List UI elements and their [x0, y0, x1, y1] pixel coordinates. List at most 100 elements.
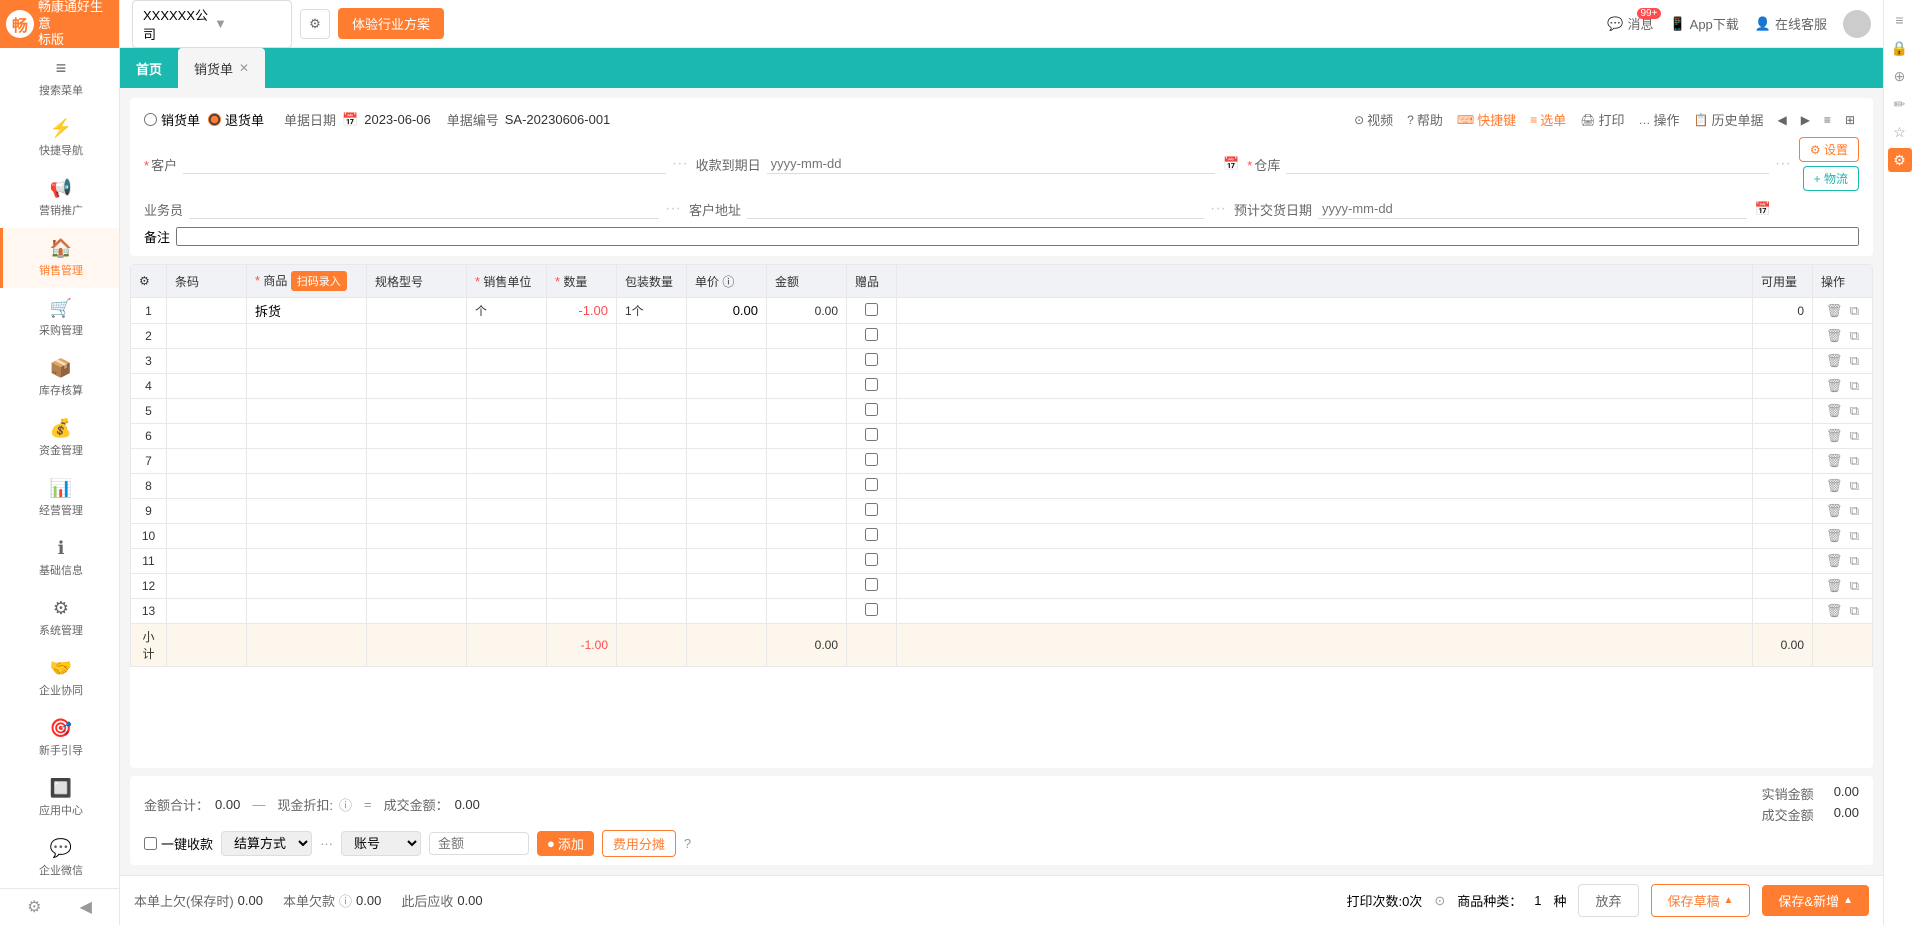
cell-spec[interactable] [367, 349, 467, 374]
settings-button[interactable]: ⚙ 设置 [1799, 137, 1859, 162]
cell-spec[interactable] [367, 424, 467, 449]
row-delete-icon[interactable]: 🗑 [1826, 303, 1843, 318]
row-copy-icon[interactable]: ⧉ [1850, 403, 1859, 418]
sidebar-item-basic[interactable]: ℹ基础信息 [0, 528, 119, 588]
cell-price[interactable] [687, 349, 767, 374]
view-grid-btn[interactable]: ⊞ [1841, 111, 1859, 129]
tab-sales[interactable]: 销货单 ✕ [178, 48, 265, 88]
row-copy-icon[interactable]: ⧉ [1850, 328, 1859, 343]
sidebar-item-wechat[interactable]: 💬企业微信 [0, 828, 119, 888]
trial-plan-button[interactable]: 体验行业方案 [338, 8, 444, 39]
row-copy-icon[interactable]: ⧉ [1850, 303, 1859, 318]
video-btn[interactable]: ⊙ 视频 [1350, 108, 1397, 131]
cell-barcode[interactable] [167, 599, 247, 624]
message-button[interactable]: 💬 消息 99+ [1607, 14, 1653, 33]
cell-product[interactable] [247, 399, 367, 424]
cell-gift[interactable] [847, 549, 897, 574]
cell-gift[interactable] [847, 524, 897, 549]
cell-price[interactable] [687, 474, 767, 499]
sidebar-settings-icon[interactable]: ⚙ [27, 897, 41, 917]
sidebar-collapse-icon[interactable]: ◀ [80, 897, 92, 917]
cell-product[interactable] [247, 474, 367, 499]
sidebar-item-app-center[interactable]: 🔲应用中心 [0, 768, 119, 828]
discount-info-icon[interactable]: ⓘ [339, 795, 352, 814]
save-draft-button[interactable]: 保存草稿 ▲ [1651, 884, 1751, 917]
cell-barcode[interactable] [167, 524, 247, 549]
row-copy-icon[interactable]: ⧉ [1850, 528, 1859, 543]
notes-input[interactable] [176, 227, 1859, 246]
cell-spec[interactable] [367, 399, 467, 424]
settlement-method-select[interactable]: 结算方式 [221, 831, 312, 856]
cell-gift[interactable] [847, 424, 897, 449]
cell-barcode[interactable] [167, 424, 247, 449]
add-payment-button[interactable]: ● 添加 [537, 831, 594, 856]
th-settings[interactable]: ⚙ [131, 265, 167, 298]
row-copy-icon[interactable]: ⧉ [1850, 378, 1859, 393]
address-more-icon[interactable]: ··· [1210, 200, 1226, 218]
cell-price[interactable] [687, 574, 767, 599]
sidebar-item-enterprise[interactable]: 🤝企业协同 [0, 648, 119, 708]
cell-spec[interactable] [367, 298, 467, 324]
cell-spec[interactable] [367, 524, 467, 549]
cell-gift[interactable] [847, 574, 897, 599]
salesman-input[interactable]: 选择... [189, 199, 659, 219]
settlement-more-icon[interactable]: ··· [320, 836, 333, 851]
row-copy-icon[interactable]: ⧉ [1850, 603, 1859, 618]
row-delete-icon[interactable]: 🗑 [1826, 328, 1843, 343]
print-btn[interactable]: 🖨 打印 [1576, 108, 1628, 131]
row-delete-icon[interactable]: 🗑 [1826, 353, 1843, 368]
cell-gift[interactable] [847, 449, 897, 474]
row-delete-icon[interactable]: 🗑 [1826, 453, 1843, 468]
row-delete-icon[interactable]: 🗑 [1826, 603, 1843, 618]
company-selector[interactable]: XXXXXX公司 ▼ [132, 0, 292, 48]
customer-input[interactable] [183, 154, 666, 174]
cell-qty[interactable] [547, 424, 617, 449]
cell-spec[interactable] [367, 499, 467, 524]
cell-spec[interactable] [367, 574, 467, 599]
expected-date-input[interactable] [1318, 199, 1747, 219]
cell-qty[interactable] [547, 549, 617, 574]
cell-barcode[interactable] [167, 574, 247, 599]
account-select[interactable]: 账号 [341, 831, 421, 856]
cell-price[interactable] [687, 499, 767, 524]
save-new-button[interactable]: 保存&新增 ▲ [1762, 885, 1869, 916]
tab-home[interactable]: 首页 [120, 48, 178, 88]
cell-spec[interactable] [367, 599, 467, 624]
cell-barcode[interactable] [167, 349, 247, 374]
cell-spec[interactable] [367, 324, 467, 349]
cell-gift[interactable] [847, 399, 897, 424]
cell-price[interactable] [687, 449, 767, 474]
cell-qty[interactable] [547, 574, 617, 599]
cell-product[interactable] [247, 599, 367, 624]
rp-edit-icon[interactable]: ✏ [1888, 92, 1912, 116]
cell-qty[interactable] [547, 349, 617, 374]
cell-barcode[interactable] [167, 474, 247, 499]
cell-gift[interactable] [847, 324, 897, 349]
row-delete-icon[interactable]: 🗑 [1826, 378, 1843, 393]
cell-qty[interactable] [547, 449, 617, 474]
sidebar-item-search[interactable]: ≡搜索菜单 [0, 48, 119, 108]
user-avatar[interactable] [1843, 10, 1871, 38]
warehouse-more-icon[interactable]: ··· [1775, 155, 1791, 173]
fee-split-button[interactable]: 费用分摊 [602, 830, 676, 857]
row-copy-icon[interactable]: ⧉ [1850, 478, 1859, 493]
shortcut-btn[interactable]: ⌨ 快捷键 [1453, 108, 1520, 131]
choose-btn[interactable]: ≡ 选单 [1526, 108, 1570, 131]
cell-price[interactable] [687, 298, 767, 324]
cell-gift[interactable] [847, 499, 897, 524]
cell-qty[interactable] [547, 298, 617, 324]
cell-spec[interactable] [367, 374, 467, 399]
cell-product[interactable] [247, 524, 367, 549]
cell-product[interactable] [247, 298, 367, 324]
cell-price[interactable] [687, 374, 767, 399]
sidebar-item-inventory[interactable]: 📦库存核算 [0, 348, 119, 408]
cell-barcode[interactable] [167, 499, 247, 524]
abandon-button[interactable]: 放弃 [1578, 884, 1638, 917]
online-support-button[interactable]: 👤 在线客服 [1755, 14, 1827, 33]
cell-spec[interactable] [367, 549, 467, 574]
owe-info-icon[interactable]: ⓘ [339, 891, 352, 910]
payment-date-calendar-icon[interactable]: 📅 [1223, 156, 1239, 172]
row-delete-icon[interactable]: 🗑 [1826, 528, 1843, 543]
warehouse-input[interactable]: 建材仓 [1286, 154, 1769, 174]
product-type-icon[interactable]: ⊙ [1434, 893, 1445, 909]
